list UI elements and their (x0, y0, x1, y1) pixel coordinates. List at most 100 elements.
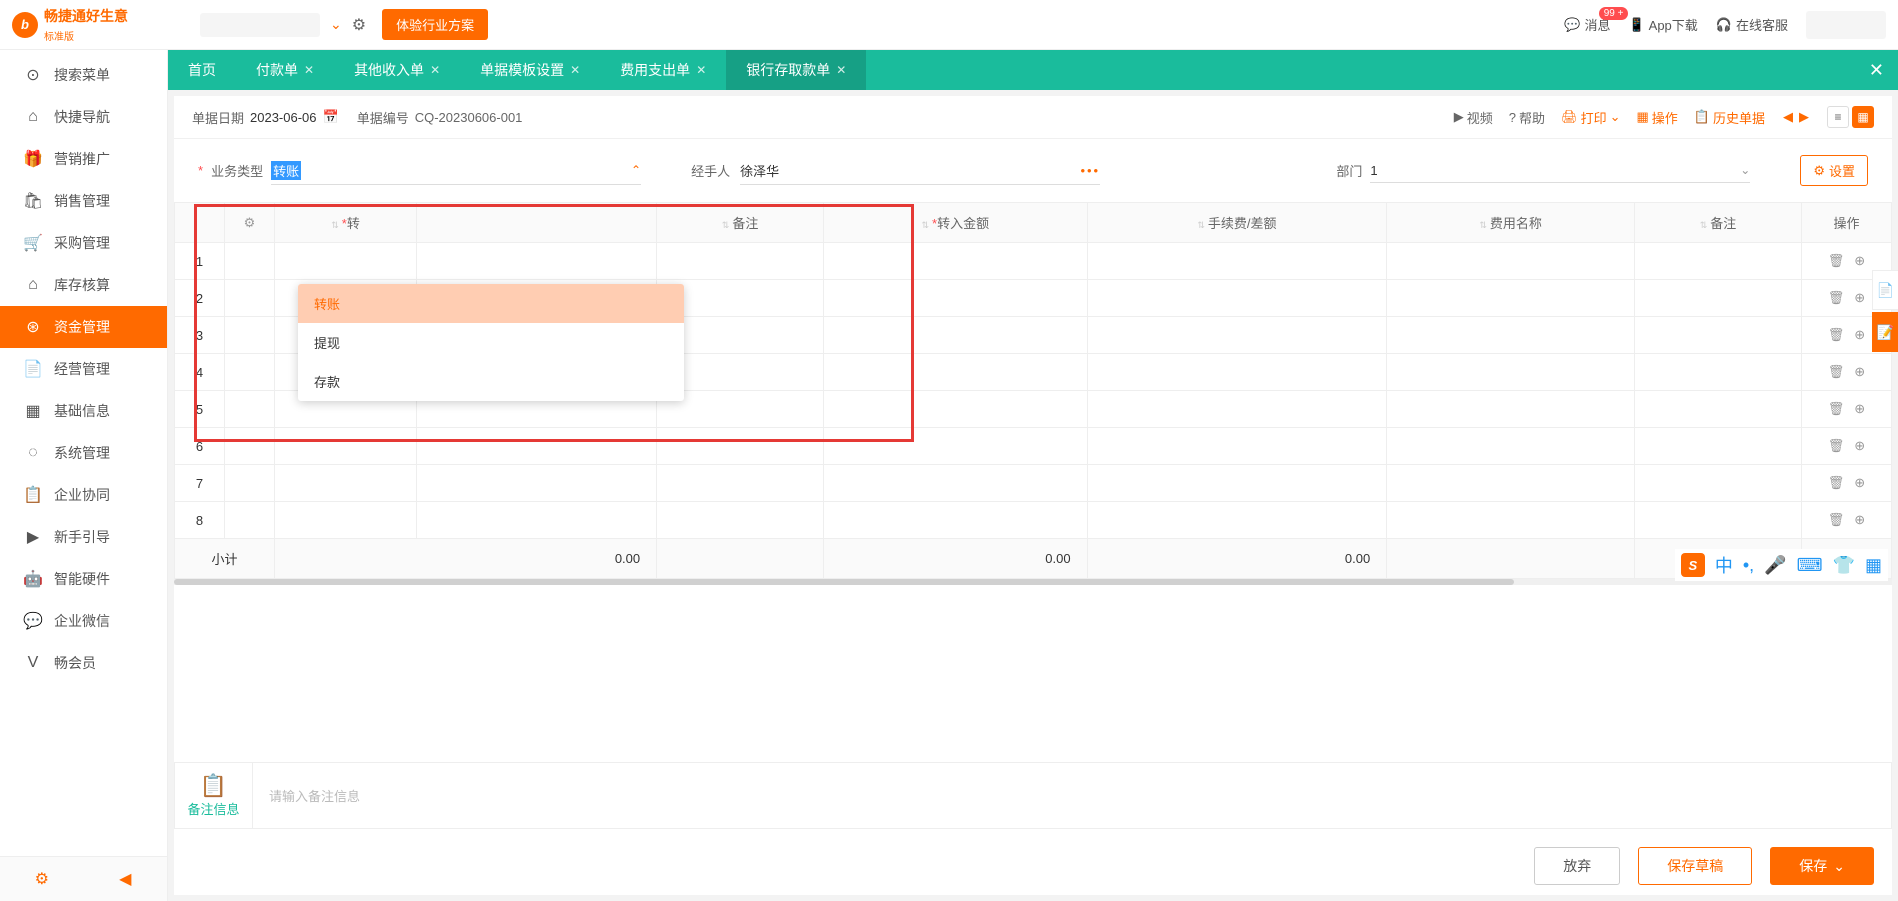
tab-2[interactable]: 其他收入单 ✕ (334, 50, 460, 90)
settings-button[interactable]: ⚙ 设置 (1800, 155, 1868, 186)
sidebar-item-1[interactable]: ⌂快捷导航 (0, 96, 167, 138)
table-row[interactable]: 6🗑⊕ (175, 428, 1892, 465)
tab-4[interactable]: 费用支出单✕ (600, 50, 726, 90)
delete-row-icon[interactable]: 🗑 (1828, 290, 1845, 306)
more-dots-icon[interactable]: ••• (1080, 163, 1100, 178)
ime-mode[interactable]: 中 (1715, 552, 1733, 578)
dropdown-option-1[interactable]: 提现 (298, 323, 684, 362)
view-grid-icon[interactable]: ▦ (1852, 106, 1874, 128)
tenant-dropdown-icon[interactable]: ⌄ (330, 16, 342, 33)
app-download-link[interactable]: 📱 App下载 (1628, 15, 1697, 34)
sidebar-item-5[interactable]: ⌂库存核算 (0, 264, 167, 306)
close-icon[interactable]: ✕ (430, 63, 440, 77)
history-link[interactable]: 📋历史单据 (1694, 108, 1765, 127)
add-row-icon[interactable]: ⊕ (1854, 438, 1865, 454)
delete-row-icon[interactable]: 🗑 (1828, 327, 1845, 343)
delete-row-icon[interactable]: 🗑 (1828, 438, 1845, 454)
biz-type-dropdown[interactable]: 转账 ⌃ (271, 157, 641, 185)
user-avatar[interactable] (1806, 11, 1886, 39)
tab-1[interactable]: 付款单✕ (236, 50, 334, 90)
ime-logo-icon[interactable]: S (1681, 553, 1705, 577)
tab-5[interactable]: 银行存取款单✕ (726, 50, 866, 90)
sidebar-item-3[interactable]: 🛍销售管理 (0, 180, 167, 222)
sidebar-item-8[interactable]: ▦基础信息 (0, 390, 167, 432)
sidebar-item-10[interactable]: 📋企业协同 (0, 474, 167, 516)
delete-row-icon[interactable]: 🗑 (1828, 512, 1845, 528)
close-icon[interactable]: ✕ (304, 63, 314, 77)
ime-mic-icon[interactable]: 🎤 (1764, 555, 1786, 576)
ime-toolbox-icon[interactable]: ▦ (1865, 555, 1882, 576)
add-row-icon[interactable]: ⊕ (1854, 401, 1865, 417)
sidebar-collapse-icon[interactable]: ◀ (84, 857, 168, 901)
operate-link[interactable]: ▦操作 (1636, 108, 1677, 127)
col-fee-name[interactable]: ⇅费用名称 (1387, 203, 1635, 243)
print-link[interactable]: 🖨打印 ⌄ (1561, 108, 1620, 127)
close-all-tabs-icon[interactable]: ✕ (1855, 60, 1898, 81)
sidebar-item-13[interactable]: 💬企业微信 (0, 600, 167, 642)
add-row-icon[interactable]: ⊕ (1854, 475, 1865, 491)
sidebar-item-4[interactable]: 🛒采购管理 (0, 222, 167, 264)
delete-row-icon[interactable]: 🗑 (1828, 401, 1845, 417)
col-transfer-in-amt[interactable]: ⇅*转入金额 (823, 203, 1087, 243)
col-remark1[interactable]: ⇅备注 (657, 203, 824, 243)
messages-link[interactable]: 💬 消息 99 + (1564, 15, 1610, 34)
delete-row-icon[interactable]: 🗑 (1828, 253, 1845, 269)
table-scrollbar[interactable] (174, 579, 1892, 585)
table-row[interactable]: 1 🗑 ⊕ (175, 243, 1892, 280)
video-link[interactable]: ▶视频 (1454, 108, 1493, 127)
col-gear[interactable]: ⚙ (225, 203, 275, 243)
sidebar-item-12[interactable]: 🤖智能硬件 (0, 558, 167, 600)
calendar-icon[interactable]: 📅 (323, 109, 339, 125)
col-remark2[interactable]: ⇅备注 (1635, 203, 1802, 243)
add-row-icon[interactable]: ⊕ (1854, 290, 1865, 306)
gear-icon[interactable]: ⚙ (352, 15, 366, 35)
view-list-icon[interactable]: ≡ (1827, 106, 1849, 128)
sidebar-label: 搜索菜单 (54, 65, 110, 85)
tab-label: 其他收入单 (354, 60, 424, 80)
sidebar-item-14[interactable]: V畅会员 (0, 642, 167, 684)
ime-keyboard-icon[interactable]: ⌨ (1797, 555, 1823, 576)
remarks-input[interactable]: 请输入备注信息 (253, 786, 1891, 805)
tab-0[interactable]: 首页 (168, 50, 236, 90)
tab-3[interactable]: 单据模板设置✕ (460, 50, 600, 90)
delete-row-icon[interactable]: 🗑 (1828, 475, 1845, 491)
float-note-icon[interactable]: 📝 (1872, 312, 1898, 352)
add-row-icon[interactable]: ⊕ (1854, 512, 1865, 528)
save-button[interactable]: 保存 ⌄ (1770, 847, 1874, 885)
sidebar-item-2[interactable]: 🎁营销推广 (0, 138, 167, 180)
prev-arrow-icon[interactable]: ◀ (1781, 109, 1795, 125)
next-arrow-icon[interactable]: ▶ (1797, 109, 1811, 125)
sidebar-item-9[interactable]: ◌系统管理 (0, 432, 167, 474)
experience-button[interactable]: 体验行业方案 (382, 9, 488, 40)
dept-input[interactable]: 1 ⌄ (1370, 159, 1750, 183)
table-row[interactable]: 7🗑⊕ (175, 465, 1892, 502)
handler-input[interactable]: 徐泽华 ••• (740, 157, 1100, 185)
help-link[interactable]: ?帮助 (1509, 108, 1545, 127)
float-doc-icon[interactable]: 📄 (1872, 270, 1898, 310)
dropdown-option-0[interactable]: 转账 (298, 284, 684, 323)
sidebar-item-7[interactable]: 📄经营管理 (0, 348, 167, 390)
delete-row-icon[interactable]: 🗑 (1828, 364, 1845, 380)
online-service-link[interactable]: 🎧 在线客服 (1716, 15, 1788, 34)
save-draft-button[interactable]: 保存草稿 (1638, 847, 1752, 885)
table-row[interactable]: 8🗑⊕ (175, 502, 1892, 539)
tenant-name[interactable] (200, 13, 320, 37)
col-transfer-out[interactable]: ⇅*转 (275, 203, 417, 243)
close-icon[interactable]: ✕ (570, 63, 580, 77)
col-fee-diff[interactable]: ⇅手续费/差额 (1087, 203, 1387, 243)
discard-button[interactable]: 放弃 (1534, 847, 1620, 885)
close-icon[interactable]: ✕ (836, 63, 846, 77)
sidebar-item-11[interactable]: ▶新手引导 (0, 516, 167, 558)
dropdown-option-2[interactable]: 存款 (298, 362, 684, 401)
doc-date-value[interactable]: 2023-06-06 (250, 110, 317, 125)
add-row-icon[interactable]: ⊕ (1854, 253, 1865, 269)
ime-punct-icon[interactable]: •, (1743, 555, 1754, 576)
row-number: 1 (175, 243, 225, 280)
sidebar-item-6[interactable]: ⊛资金管理 (0, 306, 167, 348)
add-row-icon[interactable]: ⊕ (1854, 364, 1865, 380)
sidebar-settings-icon[interactable]: ⚙ (0, 857, 84, 901)
add-row-icon[interactable]: ⊕ (1854, 327, 1865, 343)
close-icon[interactable]: ✕ (696, 63, 706, 77)
sidebar-item-0[interactable]: ⊙搜索菜单 (0, 54, 167, 96)
ime-skin-icon[interactable]: 👕 (1833, 555, 1855, 576)
